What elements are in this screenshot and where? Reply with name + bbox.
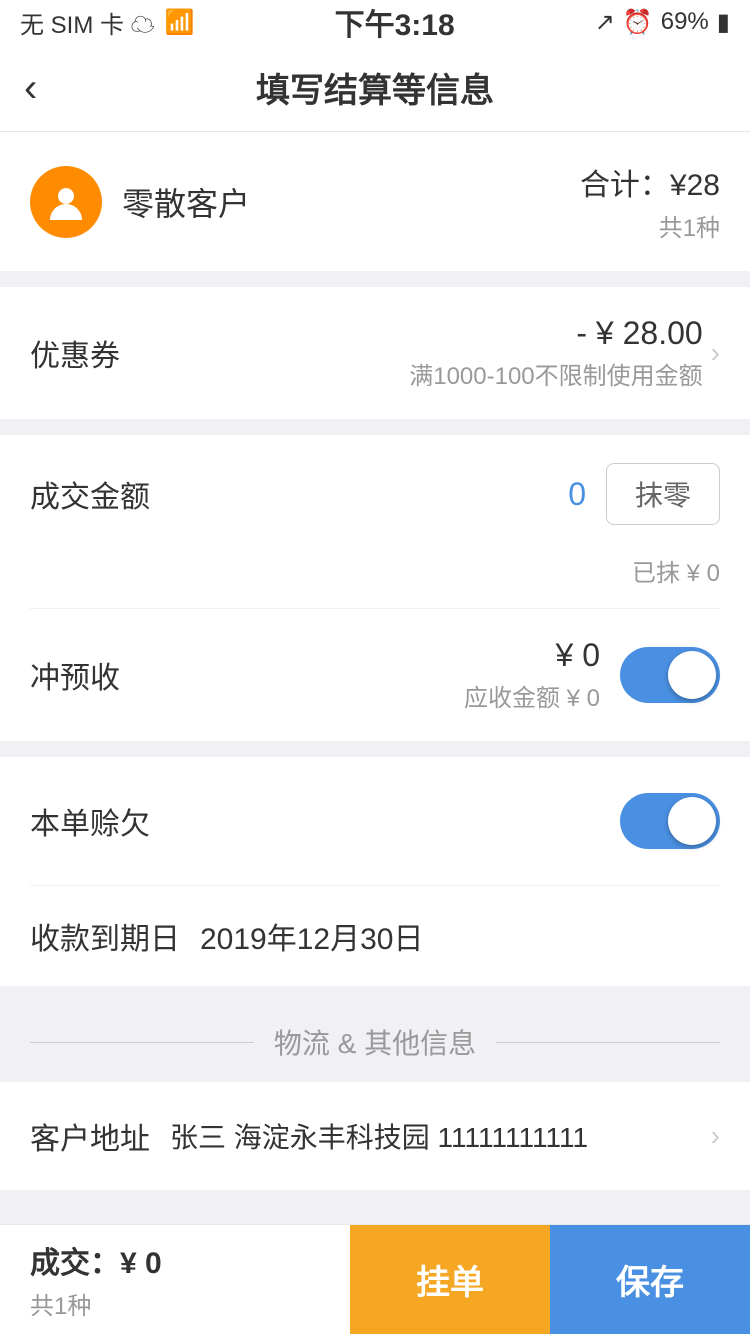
customer-left: 零散客户 bbox=[30, 166, 250, 238]
prepay-right: ¥ 0 应收金额 ¥ 0 bbox=[464, 637, 720, 713]
deal-sub: 已抹 ¥ 0 bbox=[0, 553, 750, 608]
customer-total: 合计：¥28 bbox=[580, 160, 720, 204]
bottom-count: 共1种 bbox=[30, 1286, 320, 1321]
coupon-chevron-icon: › bbox=[711, 337, 720, 369]
logistics-line-right bbox=[496, 1042, 720, 1043]
bottom-bar: 成交：¥ 0 共1种 挂单 保存 bbox=[0, 1224, 750, 1334]
wifi-icon: 📶 bbox=[165, 8, 195, 37]
duedate-label: 收款到期日 bbox=[30, 914, 180, 958]
address-value: 张三 海淀永丰科技园 11111111111 bbox=[170, 1116, 711, 1156]
address-row[interactable]: 客户地址 张三 海淀永丰科技园 11111111111 › bbox=[0, 1082, 750, 1190]
prepay-receivable: 应收金额 ¥ 0 bbox=[464, 678, 600, 713]
hang-button[interactable]: 挂单 bbox=[350, 1225, 550, 1334]
prepay-label: 冲预收 bbox=[30, 653, 120, 697]
status-right: ↗ ⏰ 69% ▮ bbox=[595, 8, 730, 37]
customer-count: 共1种 bbox=[580, 208, 720, 243]
sim-status: 无 SIM 卡 ☁ bbox=[20, 5, 155, 40]
address-label: 客户地址 bbox=[30, 1114, 150, 1158]
location-icon: ↗ bbox=[595, 8, 615, 37]
credit-row: 本单赊欠 bbox=[0, 757, 750, 885]
customer-right: 合计：¥28 共1种 bbox=[580, 160, 720, 243]
logistics-line-left bbox=[30, 1042, 254, 1043]
prepay-row: 冲预收 ¥ 0 应收金额 ¥ 0 bbox=[0, 609, 750, 741]
credit-toggle-knob bbox=[668, 797, 716, 845]
coupon-amount: - ¥ 28.00 bbox=[409, 315, 702, 352]
address-section: 客户地址 张三 海淀永丰科技园 11111111111 › bbox=[0, 1082, 750, 1190]
status-left: 无 SIM 卡 ☁ 📶 bbox=[20, 5, 195, 40]
prepay-amount: ¥ 0 bbox=[464, 637, 600, 674]
logistics-divider: 物流 & 其他信息 bbox=[0, 1002, 750, 1082]
deal-amount-label: 成交金额 bbox=[30, 472, 150, 516]
coupon-row[interactable]: 优惠券 - ¥ 28.00 满1000-100不限制使用金额 › bbox=[0, 287, 750, 419]
status-time: 下午3:18 bbox=[335, 0, 455, 44]
coupon-desc: 满1000-100不限制使用金额 bbox=[409, 356, 702, 391]
save-button[interactable]: 保存 bbox=[550, 1225, 750, 1334]
bottom-deal-label: 成交：¥ 0 bbox=[30, 1238, 320, 1282]
battery-level: 69% bbox=[661, 8, 709, 36]
customer-row: 零散客户 合计：¥28 共1种 bbox=[0, 132, 750, 271]
bottom-deal-amount: ¥ 0 bbox=[120, 1247, 162, 1280]
credit-label: 本单赊欠 bbox=[30, 799, 150, 843]
person-icon bbox=[30, 166, 102, 238]
prepay-toggle[interactable] bbox=[620, 647, 720, 703]
prepay-values: ¥ 0 应收金额 ¥ 0 bbox=[464, 637, 600, 713]
back-button[interactable]: ‹ bbox=[24, 68, 37, 108]
deal-right: 0 抹零 bbox=[568, 463, 720, 525]
address-chevron-icon: › bbox=[711, 1120, 720, 1152]
coupon-right: - ¥ 28.00 满1000-100不限制使用金额 bbox=[409, 315, 702, 391]
bottom-deal-prefix: 成交： bbox=[30, 1247, 120, 1280]
logistics-label: 物流 & 其他信息 bbox=[274, 1022, 476, 1062]
content: 零散客户 合计：¥28 共1种 优惠券 - ¥ 28.00 满1000-100不… bbox=[0, 132, 750, 1326]
battery-icon: ▮ bbox=[717, 8, 730, 37]
duedate-value: 2019年12月30日 bbox=[200, 914, 423, 958]
credit-section: 本单赊欠 收款到期日 2019年12月30日 bbox=[0, 757, 750, 986]
deal-section: 成交金额 0 抹零 已抹 ¥ 0 冲预收 ¥ 0 应收金额 ¥ 0 bbox=[0, 435, 750, 741]
page-title: 填写结算等信息 bbox=[256, 63, 494, 112]
round-zero-button[interactable]: 抹零 bbox=[606, 463, 720, 525]
duedate-row: 收款到期日 2019年12月30日 bbox=[0, 886, 750, 986]
bottom-info: 成交：¥ 0 共1种 bbox=[0, 1238, 350, 1321]
deal-amount-value: 0 bbox=[568, 476, 586, 513]
customer-name: 零散客户 bbox=[122, 179, 250, 225]
toggle-knob bbox=[668, 651, 716, 699]
credit-toggle[interactable] bbox=[620, 793, 720, 849]
nav-bar: ‹ 填写结算等信息 bbox=[0, 44, 750, 132]
coupon-label: 优惠券 bbox=[30, 331, 120, 375]
deal-amount-row: 成交金额 0 抹零 bbox=[0, 435, 750, 553]
status-bar: 无 SIM 卡 ☁ 📶 下午3:18 ↗ ⏰ 69% ▮ bbox=[0, 0, 750, 44]
alarm-icon: ⏰ bbox=[623, 8, 653, 37]
